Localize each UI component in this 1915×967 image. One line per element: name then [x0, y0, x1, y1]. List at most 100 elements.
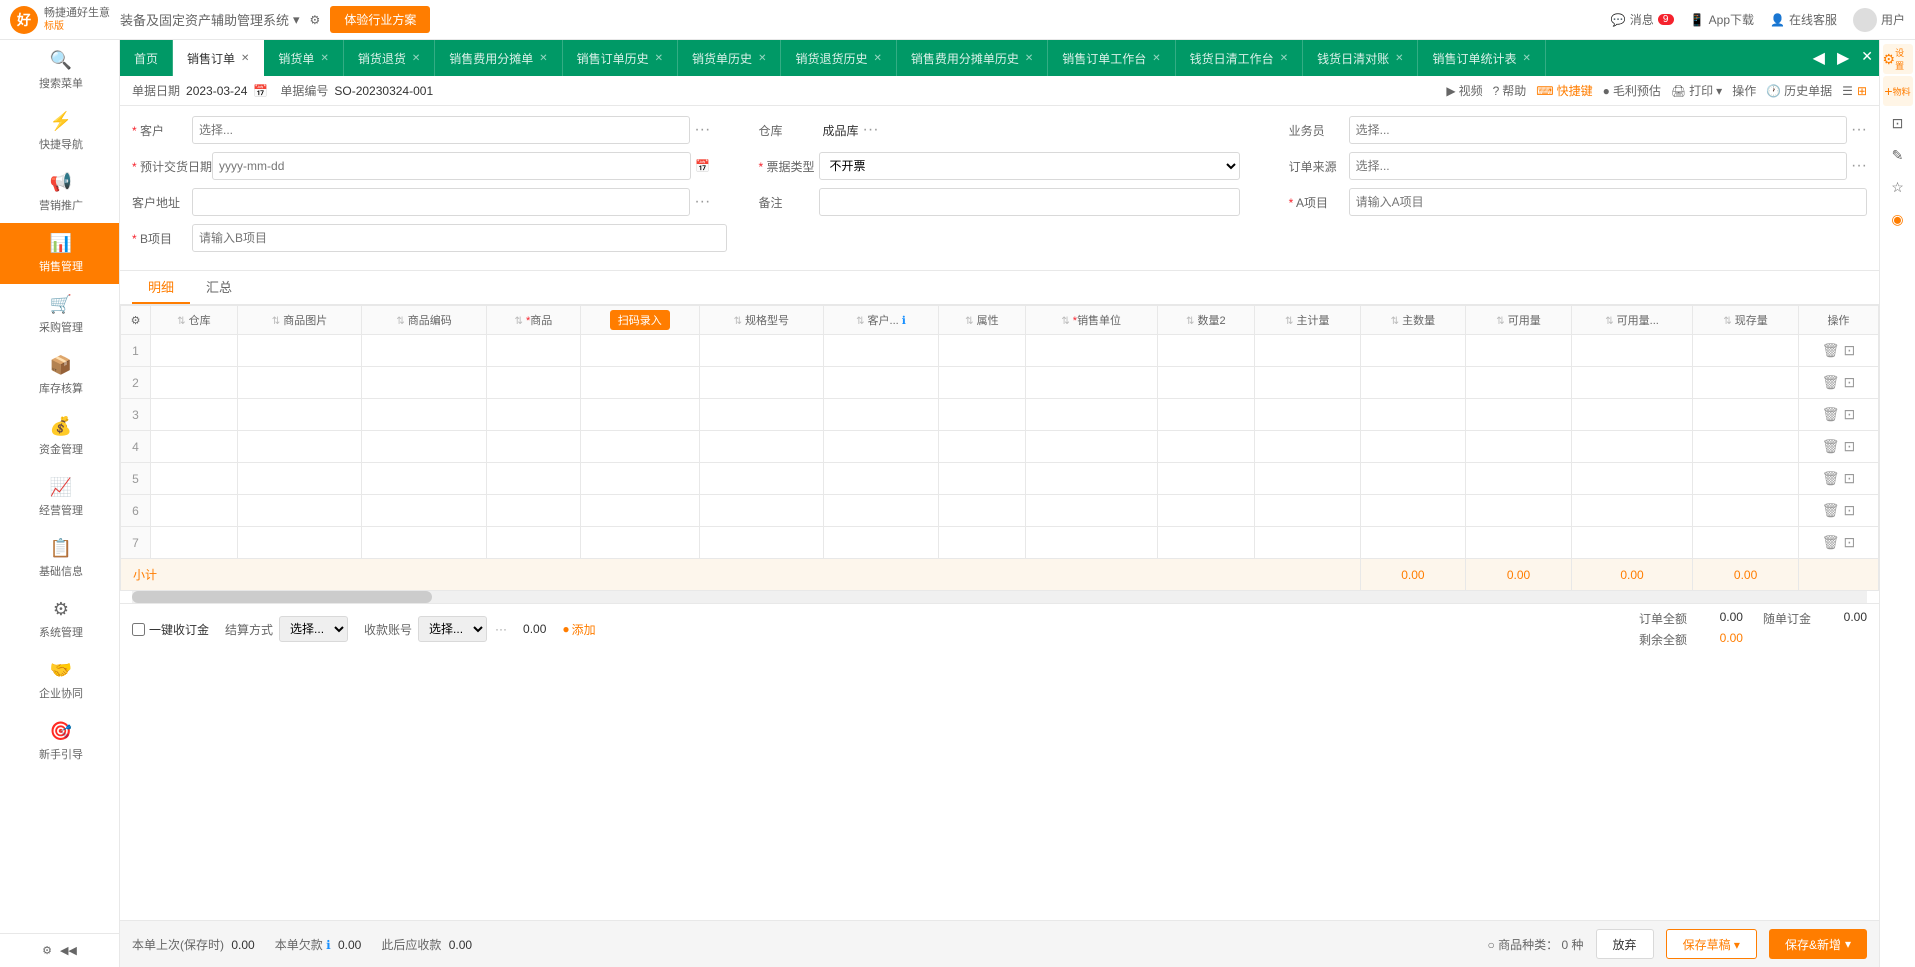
profit-btn[interactable]: ● 毛利预估 [1603, 82, 1661, 99]
tab-close-icon[interactable]: ✕ [412, 53, 420, 64]
tab-close-icon[interactable]: ✕ [873, 53, 881, 64]
customer-addr-input[interactable] [192, 188, 690, 216]
tab-sales-order-history[interactable]: 销售订单历史 ✕ [563, 40, 678, 76]
order-source-input[interactable] [1349, 152, 1847, 180]
col-scan[interactable]: 扫码录入 [580, 306, 699, 335]
tab-sales-invoice[interactable]: 销货单 ✕ [264, 40, 343, 76]
list-view-icon[interactable]: ☰ [1842, 84, 1853, 98]
calendar-icon[interactable]: 📅 [253, 84, 268, 98]
message-btn[interactable]: 💬 消息 9 [1611, 11, 1674, 28]
view-video-btn[interactable]: ▶ 视频 [1446, 82, 1482, 99]
sidebar-collapse-btn[interactable]: ◀◀ [60, 944, 77, 957]
row-delete-icon[interactable]: 🗑 [1822, 406, 1840, 423]
scroll-thumb[interactable] [132, 591, 432, 603]
b-project-input[interactable] [192, 224, 727, 252]
float-icon-2[interactable]: ✎ [1883, 140, 1913, 170]
row-delete-icon[interactable]: 🗑 [1822, 502, 1840, 519]
float-material-btn[interactable]: + 物料 [1883, 76, 1913, 106]
sidebar-item-inventory[interactable]: 📦 库存核算 [0, 345, 119, 406]
col-settings[interactable]: ⚙ [121, 306, 151, 335]
industry-button[interactable]: 体验行业方案 [330, 6, 430, 33]
row-delete-icon[interactable]: 🗑 [1822, 438, 1840, 455]
account-dots[interactable]: ··· [495, 622, 507, 636]
a-project-input[interactable] [1349, 188, 1867, 216]
tab-return-history[interactable]: 销货退货历史 ✕ [781, 40, 896, 76]
tab-close-icon[interactable]: ✕ [320, 53, 328, 64]
tab-home[interactable]: 首页 [120, 40, 173, 76]
system-name[interactable]: 装备及固定资产辅助管理系统 ▾ [120, 10, 300, 29]
tab-sales-order[interactable]: 销售订单 ✕ [173, 40, 264, 76]
row-copy-icon[interactable]: ⊡ [1843, 406, 1855, 423]
add-btn[interactable]: ● 添加 [562, 621, 595, 638]
tab-expense-history[interactable]: 销售费用分摊单历史 ✕ [897, 40, 1048, 76]
grid-view-icon[interactable]: ⊞ [1857, 84, 1867, 98]
tab-close-icon[interactable]: ✕ [1523, 53, 1531, 64]
tab-detail[interactable]: 明细 [132, 271, 190, 304]
customer-input[interactable] [192, 116, 690, 144]
row-delete-icon[interactable]: 🗑 [1822, 342, 1840, 359]
tab-stats[interactable]: 销售订单统计表 ✕ [1418, 40, 1545, 76]
row-delete-icon[interactable]: 🗑 [1822, 470, 1840, 487]
sidebar-item-collab[interactable]: 🤝 企业协同 [0, 650, 119, 711]
save-draft-button[interactable]: 保存草稿 ▾ [1666, 929, 1757, 959]
discard-button[interactable]: 放弃 [1596, 929, 1654, 959]
sidebar-item-guide[interactable]: 🎯 新手引导 [0, 711, 119, 772]
tab-close-icon[interactable]: ✕ [241, 53, 249, 64]
sidebar-item-basic[interactable]: 📋 基础信息 [0, 528, 119, 589]
tab-invoice-history[interactable]: 销货单历史 ✕ [678, 40, 781, 76]
help-btn[interactable]: ? 帮助 [1493, 82, 1527, 99]
tab-close-icon[interactable]: ✕ [1152, 53, 1160, 64]
tab-close-icon[interactable]: ✕ [1395, 53, 1403, 64]
staff-input[interactable] [1349, 116, 1847, 144]
draft-chevron-icon[interactable]: ▾ [1734, 938, 1740, 952]
one-click-check[interactable] [132, 623, 145, 636]
row-delete-icon[interactable]: 🗑 [1822, 374, 1840, 391]
tab-close-icon[interactable]: ✕ [655, 53, 663, 64]
row-copy-icon[interactable]: ⊡ [1843, 438, 1855, 455]
settings-icon[interactable]: ⚙ [310, 13, 321, 27]
operation-btn[interactable]: 操作 [1732, 82, 1756, 99]
tab-close-icon[interactable]: ✕ [758, 53, 766, 64]
sidebar-item-system[interactable]: ⚙ 系统管理 [0, 589, 119, 650]
user-menu[interactable]: 用户 [1853, 8, 1905, 32]
tab-close-icon[interactable]: ✕ [1025, 53, 1033, 64]
sidebar-item-purchase[interactable]: 🛒 采购管理 [0, 284, 119, 345]
tab-close-icon[interactable]: ✕ [539, 53, 547, 64]
save-new-button[interactable]: 保存&新增 ▾ [1769, 929, 1867, 959]
tab-sales-expense[interactable]: 销售费用分摊单 ✕ [435, 40, 562, 76]
staff-dots[interactable]: ··· [1851, 121, 1867, 139]
sidebar-item-sales[interactable]: 📊 销售管理 [0, 223, 119, 284]
sidebar-item-marketing[interactable]: 📢 营销推广 [0, 162, 119, 223]
addr-dots[interactable]: ··· [694, 193, 710, 211]
float-icon-4[interactable]: ◉ [1883, 204, 1913, 234]
sidebar-item-search[interactable]: 🔍 搜索菜单 [0, 40, 119, 101]
row-copy-icon[interactable]: ⊡ [1843, 534, 1855, 551]
account-select[interactable]: 选择... [418, 616, 487, 642]
history-btn[interactable]: 🕐 历史单据 [1766, 82, 1832, 99]
online-service-btn[interactable]: 👤 在线客服 [1770, 11, 1837, 28]
row-delete-icon[interactable]: 🗑 [1822, 534, 1840, 551]
row-copy-icon[interactable]: ⊡ [1843, 470, 1855, 487]
tab-next-btn[interactable]: ▶ [1831, 48, 1855, 68]
float-settings-btn[interactable]: ⚙ 设置 [1883, 44, 1913, 74]
tab-reconcile[interactable]: 钱货日清对账 ✕ [1303, 40, 1418, 76]
float-icon-3[interactable]: ☆ [1883, 172, 1913, 202]
tab-sales-return[interactable]: 销货退货 ✕ [344, 40, 435, 76]
sidebar-item-operations[interactable]: 📈 经营管理 [0, 467, 119, 528]
order-source-dots[interactable]: ··· [1851, 157, 1867, 175]
row-copy-icon[interactable]: ⊡ [1843, 374, 1855, 391]
goods-count-icon[interactable]: ○ [1488, 938, 1495, 952]
one-click-checkbox[interactable]: 一键收订金 [132, 621, 209, 638]
tab-close-icon[interactable]: ✕ [1280, 53, 1288, 64]
tab-workbench[interactable]: 销售订单工作台 ✕ [1048, 40, 1175, 76]
sidebar-item-finance[interactable]: 💰 资金管理 [0, 406, 119, 467]
delivery-date-input[interactable] [212, 152, 691, 180]
calendar-icon[interactable]: 📅 [695, 159, 710, 173]
remark-input[interactable] [819, 188, 1241, 216]
row-copy-icon[interactable]: ⊡ [1843, 502, 1855, 519]
row-copy-icon[interactable]: ⊡ [1843, 342, 1855, 359]
settlement-select[interactable]: 选择... [279, 616, 348, 642]
warehouse-dots[interactable]: ··· [863, 121, 879, 139]
tab-menu-btn[interactable]: ✕ [1855, 48, 1879, 68]
sidebar-item-quicknav[interactable]: ⚡ 快捷导航 [0, 101, 119, 162]
